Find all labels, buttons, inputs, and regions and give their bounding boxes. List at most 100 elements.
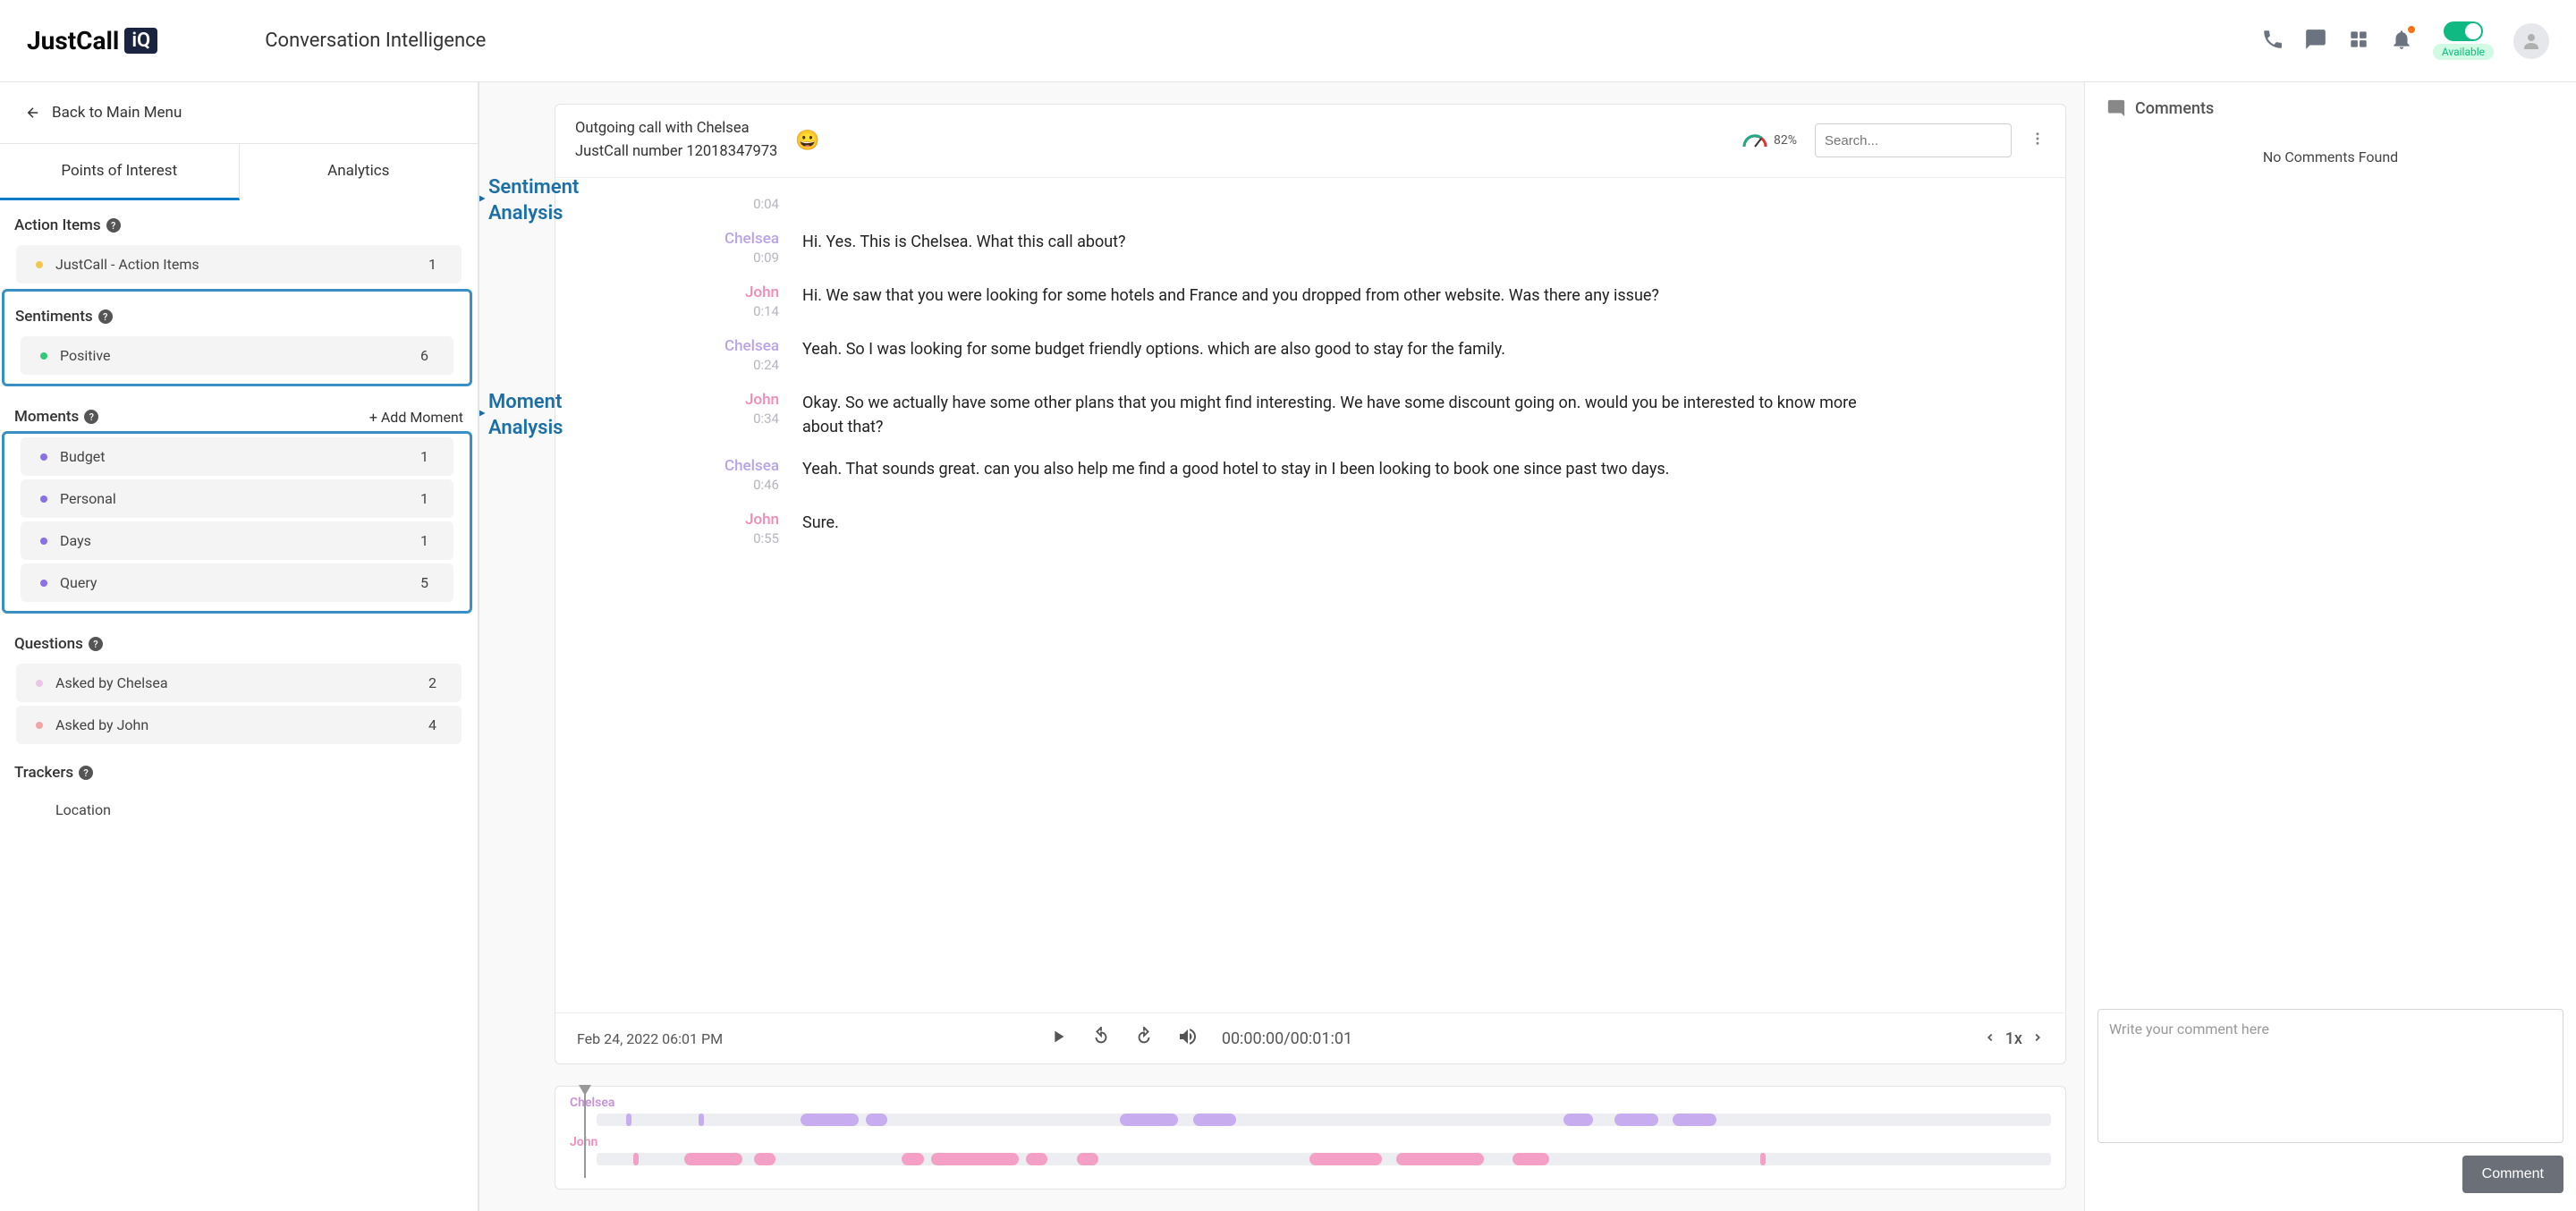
list-item-count: 2 (428, 674, 436, 691)
call-info: Outgoing call with Chelsea JustCall numb… (575, 117, 777, 165)
transcript-row[interactable]: Chelsea 0:24 Yeah. So I was looking for so… (555, 328, 2029, 382)
next-icon[interactable] (2031, 1030, 2044, 1047)
list-item-count: 6 (420, 347, 428, 364)
list-item[interactable]: Days1 (21, 521, 453, 560)
transcript-text: Hi. We saw that you were looking for som… (802, 284, 1659, 319)
speed-label[interactable]: 1x (2005, 1029, 2022, 1048)
transcript-row[interactable]: 0:04 (555, 185, 2029, 221)
list-item[interactable]: Query5 (21, 563, 453, 602)
forward-icon[interactable] (1134, 1027, 1154, 1050)
add-moment-link[interactable]: + Add Moment (369, 409, 463, 426)
transcript-meta: John0:14 (555, 284, 779, 319)
transcript-meta: Chelsea 0:09 (555, 230, 779, 266)
search-input[interactable] (1825, 133, 2002, 148)
toggle-switch[interactable] (2444, 21, 2483, 41)
timestamp: 0:14 (555, 303, 779, 319)
track-label-chelsea: Chelsea (570, 1096, 2051, 1110)
list-item-label: Location (55, 801, 111, 818)
comment-input[interactable]: Write your comment here (2097, 1009, 2563, 1143)
timestamp: 0:09 (555, 250, 779, 266)
phone-icon[interactable] (2261, 28, 2284, 55)
moments-title: Moments (14, 408, 79, 426)
help-icon[interactable]: ? (106, 218, 121, 233)
help-icon[interactable]: ? (79, 766, 93, 780)
speaker-name: Chelsea (555, 230, 779, 248)
speaker-name: John (555, 511, 779, 529)
comments-panel: Comments No Comments Found Write your co… (2084, 82, 2576, 1211)
prev-icon[interactable] (1984, 1030, 1996, 1047)
list-item-label: Positive (60, 347, 111, 364)
bell-icon[interactable] (2390, 28, 2413, 55)
list-item[interactable]: Location (16, 791, 462, 829)
transcript-row[interactable]: Chelsea0:46Yeah. That sounds great. can … (555, 448, 2029, 502)
transcript-meta: 0:04 (555, 194, 779, 212)
status-dot-icon (36, 261, 43, 268)
availability-badge: Available (2433, 44, 2494, 60)
track-chelsea[interactable] (597, 1114, 2051, 1126)
list-item[interactable]: JustCall - Action Items1 (16, 245, 462, 284)
comments-empty: No Comments Found (2085, 134, 2576, 1009)
call-card: Outgoing call with Chelsea JustCall numb… (555, 104, 2066, 1064)
chat-icon[interactable] (2304, 28, 2327, 55)
transcript-text: Yeah. So I was looking for some budget f… (802, 337, 1505, 373)
help-icon[interactable]: ? (89, 637, 103, 651)
list-item[interactable]: Budget1 (21, 437, 453, 476)
status-dot-icon (40, 453, 47, 461)
transcript-search[interactable] (1815, 123, 2012, 157)
user-avatar[interactable] (2513, 23, 2549, 59)
list-item-count: 1 (428, 256, 436, 273)
speaker-name: Chelsea (555, 337, 779, 355)
track-john[interactable] (597, 1153, 2051, 1165)
transcript-meta: John0:55 (555, 511, 779, 546)
more-menu-icon[interactable] (2029, 131, 2046, 150)
transcript-row[interactable]: Chelsea0:09Hi. Yes. This is Chelsea. Wha… (555, 221, 2029, 275)
availability-toggle[interactable]: Available (2433, 21, 2494, 60)
score-value: 82% (1774, 133, 1797, 148)
timestamp: 0:24 (555, 357, 779, 373)
section-trackers: Trackers ? (0, 748, 478, 789)
transcript-text: Okay. So we actually have some other pla… (802, 391, 1894, 439)
action-items-title: Action Items (14, 216, 101, 234)
timestamp: 0:04 (555, 196, 779, 212)
play-icon[interactable] (1048, 1027, 1068, 1050)
list-item[interactable]: Asked by John 4 (16, 706, 462, 744)
tab-points-of-interest[interactable]: Points of Interest (0, 144, 240, 200)
list-item-label: Asked by John (55, 716, 148, 733)
playhead[interactable] (584, 1094, 586, 1178)
main-content: SentimentAnalysis MomentAnalysis Outgoin… (479, 82, 2084, 1211)
section-action-items: Action Items ? (0, 200, 478, 241)
rewind-icon[interactable] (1091, 1027, 1111, 1050)
call-header: Outgoing call with Chelsea JustCall numb… (555, 105, 2065, 178)
status-dot-icon (40, 352, 47, 360)
transcript-meta: John0:34 (555, 391, 779, 439)
annotation-sentiment: SentimentAnalysis (488, 175, 579, 226)
comment-placeholder: Write your comment here (2109, 1020, 2269, 1037)
section-moments: Moments ? + Add Moment (0, 392, 478, 433)
audio-player: Feb 24, 2022 06:01 PM 00:00:00/00:01:01 … (555, 1012, 2065, 1063)
tab-analytics[interactable]: Analytics (240, 144, 479, 200)
comment-button[interactable]: Comment (2462, 1156, 2563, 1193)
list-item-count: 4 (428, 716, 436, 733)
logo-text: JustCall (27, 26, 119, 55)
timestamp: 0:55 (555, 530, 779, 546)
track-label-john: John (570, 1135, 2051, 1149)
list-item[interactable]: Personal1 (21, 479, 453, 518)
apps-icon[interactable] (2347, 28, 2370, 55)
help-icon[interactable]: ? (98, 309, 113, 324)
volume-icon[interactable] (1177, 1026, 1199, 1051)
list-item[interactable]: Positive 6 (21, 336, 453, 375)
status-dot-icon (36, 722, 43, 729)
moments-highlight: Budget1Personal1Days1Query5 (2, 431, 472, 614)
trackers-title: Trackers (14, 764, 73, 782)
transcript[interactable]: 0:04Chelsea0:09Hi. Yes. This is Chelsea.… (555, 178, 2065, 1012)
transcript-row[interactable]: John0:55Sure. (555, 502, 2029, 555)
section-questions: Questions ? (0, 619, 478, 660)
comments-header: Comments (2085, 82, 2576, 134)
transcript-row[interactable]: John0:14 Hi. We saw that you were looking… (555, 275, 2029, 328)
score-gauge: 82% (1741, 131, 1797, 149)
help-icon[interactable]: ? (84, 410, 98, 424)
list-item[interactable]: Asked by Chelsea2 (16, 664, 462, 702)
back-link[interactable]: Back to Main Menu (0, 82, 478, 144)
status-dot-icon (36, 680, 43, 687)
transcript-row[interactable]: John0:34 Okay. So we actually have some o… (555, 382, 2029, 448)
